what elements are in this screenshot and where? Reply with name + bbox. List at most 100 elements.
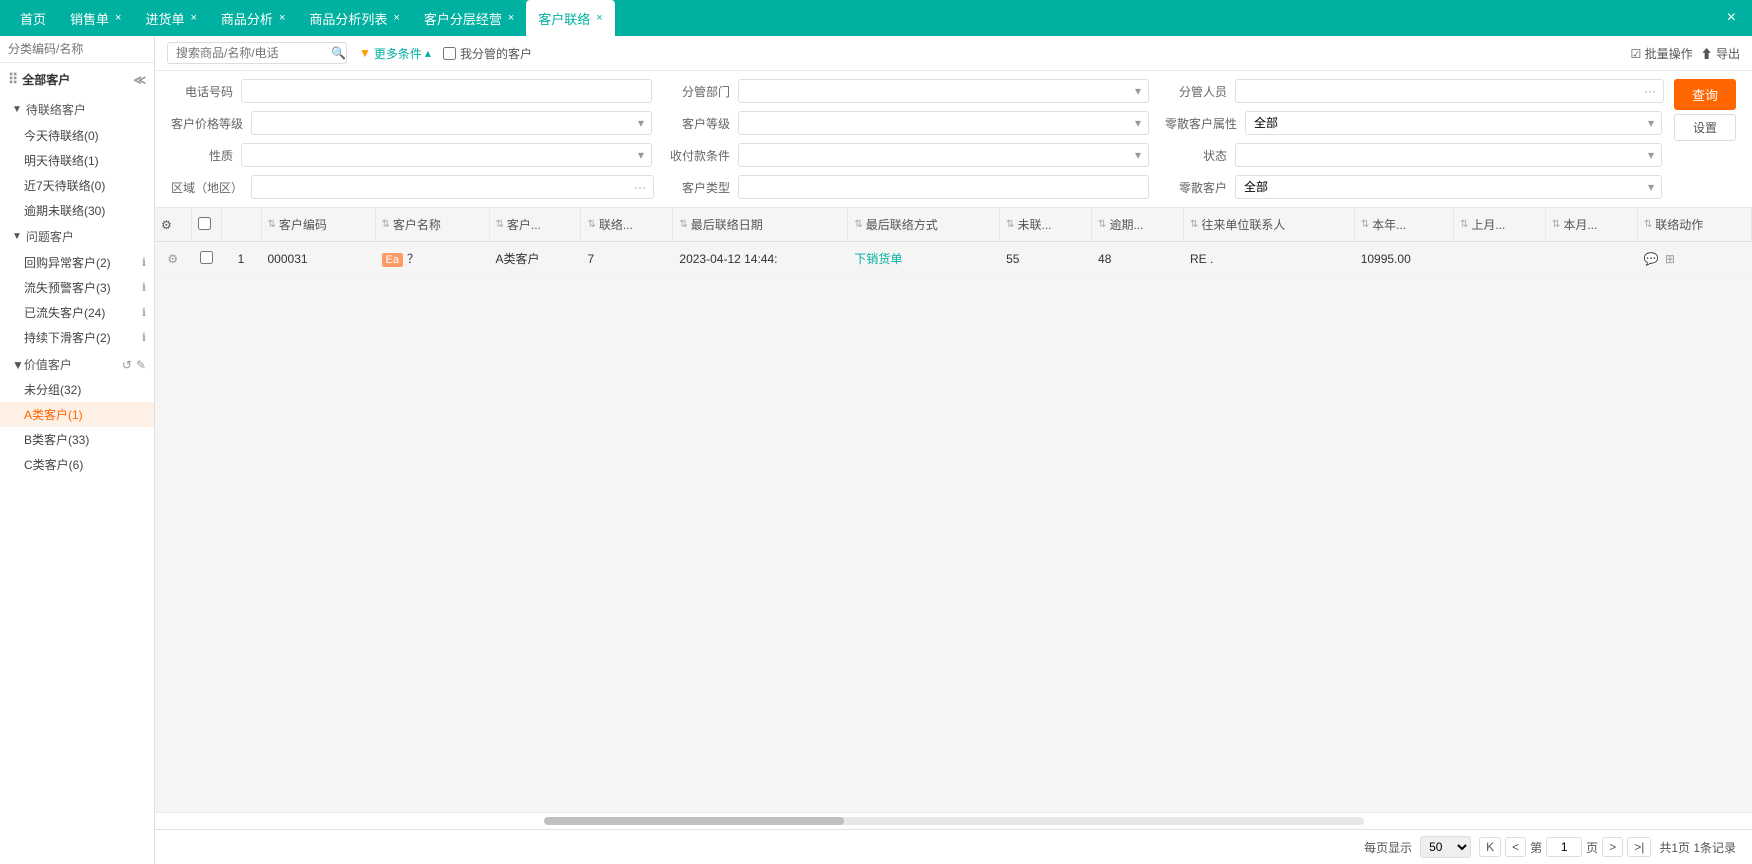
sidebar-problem-item-1[interactable]: 流失预警客户(3)ℹ — [0, 275, 154, 300]
filter-select-2-1[interactable] — [738, 143, 1149, 167]
col-label-customerType: 客户... — [507, 216, 541, 233]
col-header-lastContactMethod[interactable]: ⇅最后联络方式 — [848, 208, 1000, 242]
filter-select-1-0[interactable] — [251, 111, 652, 135]
filter-select-1-1[interactable] — [738, 111, 1149, 135]
gear-icon[interactable]: ⚙ — [167, 252, 178, 266]
filter-input-3-1[interactable] — [738, 175, 1149, 199]
sidebar-problem-customers-header[interactable]: ▼问题客户 — [0, 223, 154, 250]
first-page-button[interactable]: K — [1479, 837, 1501, 857]
more-filter-button[interactable]: ▼ 更多条件 ▴ — [359, 45, 431, 62]
nav-close-product-analysis[interactable]: × — [279, 12, 285, 24]
sidebar-value-item-2[interactable]: B类客户(33) — [0, 427, 154, 452]
sidebar-value-item-3[interactable]: C类客户(6) — [0, 452, 154, 477]
col-header-code[interactable]: ⇅客户编码 — [261, 208, 375, 242]
select-all-checkbox[interactable] — [198, 217, 211, 230]
col-header-actions[interactable]: ⇅联络动作 — [1637, 208, 1751, 242]
table-scroll-area[interactable]: ⚙⇅客户编码⇅客户名称⇅客户...⇅联络...⇅最后联络日期⇅最后联络方式⇅未联… — [155, 208, 1752, 812]
sidebar-pending-item-2[interactable]: 近7天待联络(0) — [0, 173, 154, 198]
col-header-lastContactDate[interactable]: ⇅最后联络日期 — [673, 208, 848, 242]
col-header-gear[interactable]: ⚙ — [155, 208, 191, 242]
sidebar-search-input[interactable] — [8, 42, 155, 56]
nav-item-product-analysis[interactable]: 商品分析× — [209, 0, 297, 36]
col-header-visitContact[interactable]: ⇅往来单位联系人 — [1184, 208, 1355, 242]
window-close-button[interactable]: × — [1719, 9, 1744, 27]
customer-search-input[interactable] — [176, 46, 331, 60]
filter-cell-1-1: 客户等级 — [668, 111, 1165, 135]
sidebar-pending-item-3[interactable]: 逾期未联络(30) — [0, 198, 154, 223]
col-header-customerType[interactable]: ⇅客户... — [489, 208, 581, 242]
sidebar-value-item-0[interactable]: 未分组(32) — [0, 377, 154, 402]
my-customer-checkbox[interactable] — [443, 47, 456, 60]
nav-close-product-analysis-list[interactable]: × — [393, 12, 399, 24]
nav-item-purchase[interactable]: 进货单× — [133, 0, 208, 36]
sidebar-problem-item-3[interactable]: 持续下滑客户(2)ℹ — [0, 325, 154, 350]
prev-page-button[interactable]: < — [1505, 837, 1526, 857]
filter-dots-button-0-2[interactable]: ··· — [1638, 84, 1662, 98]
col-header-overdue[interactable]: ⇅逾期... — [1092, 208, 1184, 242]
sidebar-all-customers[interactable]: ⠿全部客户≪ — [0, 63, 154, 96]
refresh-icon[interactable]: ↺ — [122, 358, 132, 372]
col-header-uncontacted[interactable]: ⇅未联... — [1000, 208, 1092, 242]
nav-item-sales[interactable]: 销售单× — [58, 0, 133, 36]
filter-dots-button-3-0[interactable]: ··· — [628, 180, 652, 194]
sidebar-problem-item-2[interactable]: 已流失客户(24)ℹ — [0, 300, 154, 325]
col-header-lastMonth[interactable]: ⇅上月... — [1453, 208, 1545, 242]
sidebar-pending-contact-header[interactable]: ▼待联络客户 — [0, 96, 154, 123]
row-gear-0[interactable]: ⚙ — [155, 242, 191, 276]
nav-close-customer-contact[interactable]: × — [596, 12, 602, 24]
chat-icon[interactable]: 💬 — [1644, 252, 1659, 266]
col-label-name: 客户名称 — [393, 216, 441, 233]
page-size-select[interactable]: 2050100200 — [1420, 836, 1471, 858]
row-type-0: A类客户 — [489, 242, 581, 276]
nav-close-purchase[interactable]: × — [190, 12, 196, 24]
filter-select-1-2[interactable]: 全部 — [1245, 111, 1662, 135]
nav-item-customer-tier[interactable]: 客户分层经营× — [412, 0, 526, 36]
edit-icon[interactable]: ✎ — [136, 358, 146, 372]
nav-item-product-analysis-list[interactable]: 商品分析列表× — [297, 0, 411, 36]
filter-select-2-2[interactable] — [1235, 143, 1662, 167]
page-number-input[interactable] — [1546, 837, 1582, 857]
setting-button[interactable]: 设置 — [1674, 114, 1736, 141]
search-icon[interactable]: 🔍 — [331, 46, 346, 60]
filter-select-0-1[interactable] — [738, 79, 1149, 103]
export-button[interactable]: ⬆ 导出 — [1701, 45, 1740, 62]
batch-op-button[interactable]: ☑ 批量操作 — [1631, 45, 1693, 62]
sort-icon: ⇅ — [679, 219, 687, 230]
col-header-name[interactable]: ⇅客户名称 — [375, 208, 489, 242]
col-header-thisMonth[interactable]: ⇅本月... — [1545, 208, 1637, 242]
qr-icon[interactable]: ⊞ — [1665, 252, 1675, 266]
row-last-month-0 — [1453, 242, 1545, 276]
sidebar-problem-item-0[interactable]: 回购异常客户(2)ℹ — [0, 250, 154, 275]
scrollbar-thumb[interactable] — [544, 817, 844, 825]
col-header-no[interactable] — [221, 208, 261, 242]
row-last-method-0[interactable]: 下销货单 — [848, 242, 1000, 276]
sidebar-value-item-1[interactable]: A类客户(1) — [0, 402, 154, 427]
filter-label-3-2: 零散客户 — [1165, 179, 1235, 196]
filter-input-0-0[interactable] — [241, 79, 652, 103]
query-button[interactable]: 查询 — [1674, 79, 1736, 110]
filter-input-dots-3-0[interactable] — [251, 175, 654, 199]
last-page-button[interactable]: >| — [1627, 837, 1651, 857]
filter-icon: ▼ — [359, 46, 371, 60]
next-page-button[interactable]: > — [1602, 837, 1623, 857]
contact-method-link[interactable]: 下销货单 — [854, 252, 902, 266]
sidebar-value-customers-header[interactable]: ▼价值客户↺✎ — [0, 350, 154, 377]
col-header-thisYear[interactable]: ⇅本年... — [1354, 208, 1453, 242]
horizontal-scrollbar[interactable] — [155, 812, 1752, 829]
row-checkbox-0[interactable] — [200, 251, 213, 264]
col-header-contactCount[interactable]: ⇅联络... — [581, 208, 673, 242]
filter-select-2-0[interactable] — [241, 143, 652, 167]
col-label-code: 客户编码 — [279, 216, 327, 233]
sidebar-pending-item-0[interactable]: 今天待联络(0) — [0, 123, 154, 148]
nav-close-customer-tier[interactable]: × — [508, 12, 514, 24]
filter-input-dots-0-2[interactable] — [1235, 79, 1664, 103]
sort-icon: ⇅ — [1552, 219, 1560, 230]
collapse-icon[interactable]: ≪ — [133, 73, 146, 87]
filter-select-3-2[interactable]: 全部 — [1235, 175, 1662, 199]
row-check-0[interactable] — [191, 242, 221, 276]
nav-item-customer-contact[interactable]: 客户联络× — [526, 0, 614, 36]
sidebar-pending-item-1[interactable]: 明天待联络(1) — [0, 148, 154, 173]
nav-close-sales[interactable]: × — [115, 12, 121, 24]
nav-item-home[interactable]: 首页 — [8, 0, 58, 36]
col-header-check[interactable] — [191, 208, 221, 242]
